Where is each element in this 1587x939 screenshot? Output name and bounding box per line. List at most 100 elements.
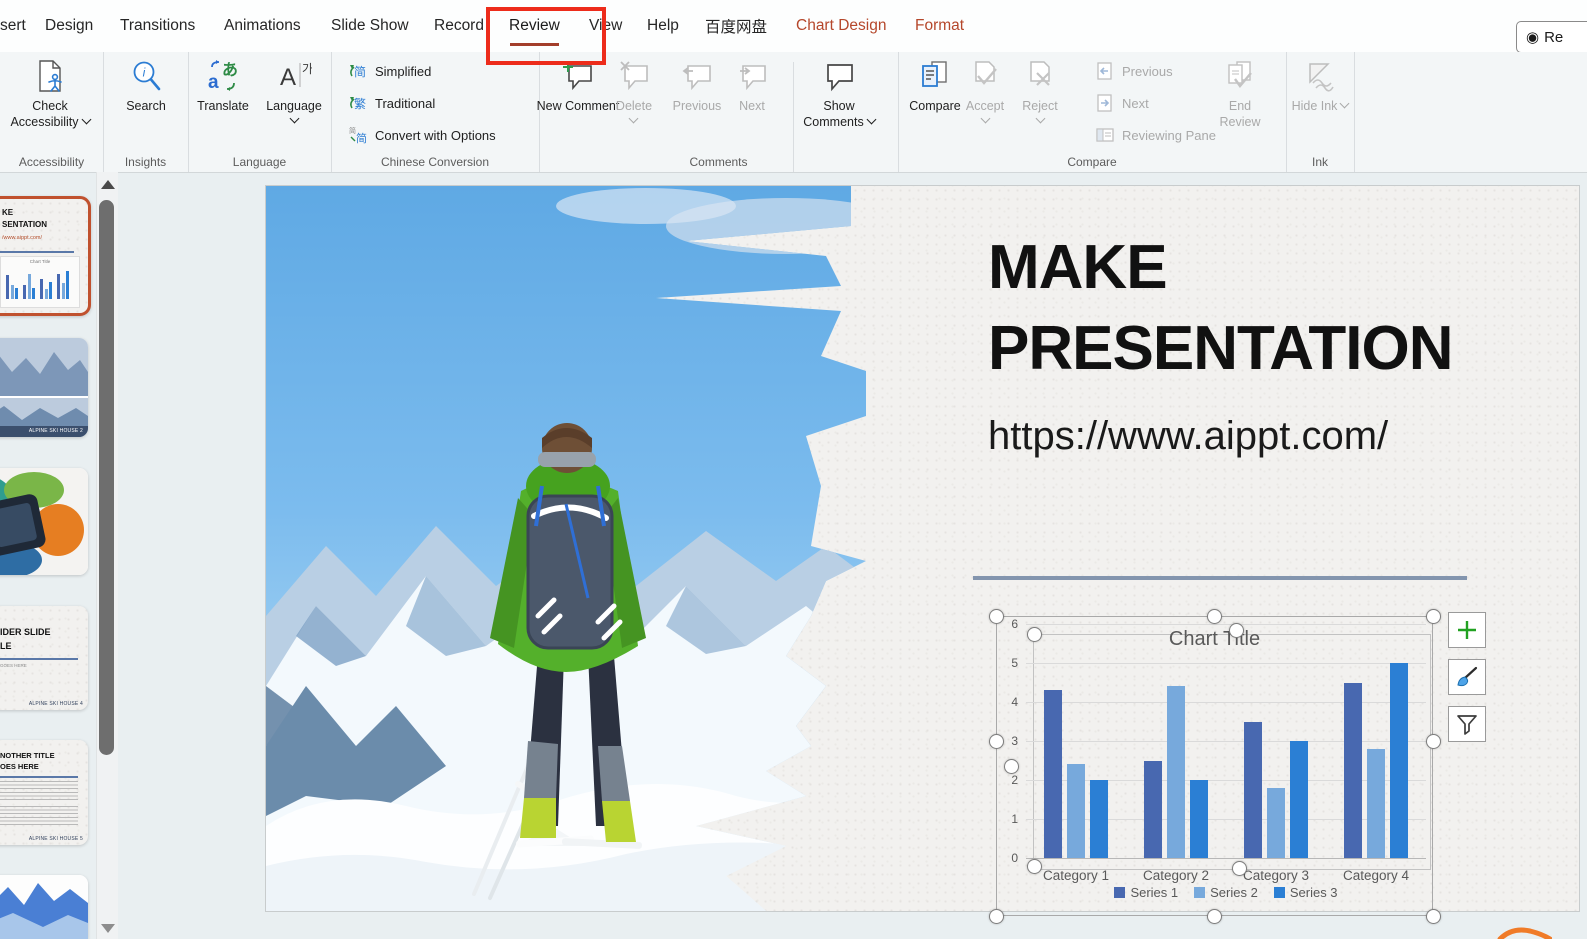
x-axis-category-label: Category 2 — [1142, 868, 1210, 883]
selection-handle[interactable] — [1229, 623, 1244, 638]
convert-with-options-icon: 简简 — [348, 125, 368, 145]
search-icon: i — [129, 57, 163, 95]
thumbnail-scrollbar[interactable] — [96, 172, 118, 939]
check-accessibility-button[interactable]: Check Accessibility — [6, 57, 94, 131]
slide-divider-rule — [973, 576, 1467, 580]
chart-styles-button[interactable] — [1448, 659, 1486, 695]
slide-title[interactable]: MAKE PRESENTATION — [988, 228, 1508, 389]
add-chart-element-icon — [1458, 621, 1476, 639]
show-comments-button[interactable]: Show Comments — [797, 57, 881, 131]
next-comment-icon — [735, 57, 769, 95]
selection-handle[interactable] — [989, 734, 1004, 749]
simplified-button[interactable]: 简 Simplified — [348, 58, 431, 84]
hide-ink-button: Hide Ink — [1276, 57, 1364, 114]
next-change-label: Next — [1122, 95, 1149, 111]
thumb1-title-line1: KE — [2, 208, 14, 217]
ribbon: Check Accessibility Accessibility i Sear… — [0, 52, 1587, 173]
chart-object[interactable]: Chart Title 0123456 Category 1 Category 2… — [989, 609, 1486, 924]
search-button[interactable]: i Search — [102, 57, 190, 114]
thumb1-mini-bar — [23, 284, 26, 299]
tab-百度网盘[interactable]: 百度网盘 — [705, 0, 767, 52]
chart-gridline — [1026, 663, 1426, 664]
thumbnail-slide-6[interactable] — [0, 875, 88, 939]
tab-chart-design[interactable]: Chart Design — [796, 0, 886, 52]
bar-series-1-category-4[interactable] — [1344, 682, 1362, 858]
thumbnail-slide-3[interactable] — [0, 468, 88, 575]
group-caption-chinese-conversion: Chinese Conversion — [380, 155, 490, 169]
bar-series-1-category-1[interactable] — [1044, 690, 1062, 858]
slide-canvas[interactable]: MAKE PRESENTATION https://www.aippt.com/… — [265, 185, 1580, 924]
legend-item-series-2: Series 2 — [1194, 885, 1258, 900]
ribbon-group-insights: i Search Insights — [103, 52, 189, 172]
bar-series-1-category-2[interactable] — [1144, 760, 1162, 858]
thumbnail-slide-5[interactable]: NOTHER TITLE OES HERE ALPINE SKI HOUSE 5 — [0, 740, 88, 845]
next-change-icon — [1095, 93, 1115, 113]
tab-format[interactable]: Format — [915, 0, 964, 52]
thumbnail-slide-2[interactable]: ALPINE SKI HOUSE 2 — [0, 338, 88, 437]
selection-handle[interactable] — [1207, 909, 1222, 924]
selection-handle[interactable] — [1426, 609, 1441, 624]
bar-series-3-category-1[interactable] — [1090, 780, 1108, 858]
selection-handle[interactable] — [1027, 627, 1042, 642]
bar-series-2-category-3[interactable] — [1267, 787, 1285, 858]
tab-design[interactable]: Design — [45, 0, 93, 52]
tab-slide-show[interactable]: Slide Show — [331, 0, 409, 52]
traditional-button[interactable]: 繁 Traditional — [348, 90, 435, 116]
selection-handle[interactable] — [1004, 759, 1019, 774]
x-axis-category-label: Category 4 — [1342, 868, 1410, 883]
tab-animations[interactable]: Animations — [224, 0, 301, 52]
ribbon-group-comments: New Comment Delete Previous Next Show Co… — [537, 52, 899, 172]
compare-label: Compare — [909, 99, 961, 113]
thumb1-rule — [0, 251, 74, 253]
slide-url-text[interactable]: https://www.aippt.com/ — [988, 414, 1388, 459]
record-button-label: Re — [1544, 28, 1564, 46]
thumb6-image — [0, 875, 88, 939]
bar-series-3-category-3[interactable] — [1290, 741, 1308, 858]
chart-title[interactable]: Chart Title — [996, 628, 1433, 651]
thumb4-title-line1: IDER SLIDE — [0, 627, 51, 637]
svg-text:가: 가 — [302, 62, 312, 76]
tab-transitions[interactable]: Transitions — [120, 0, 195, 52]
bar-series-2-category-2[interactable] — [1167, 686, 1185, 858]
legend-item-series-3: Series 3 — [1273, 885, 1338, 900]
thumb1-mini-bar — [57, 273, 60, 299]
bar-series-1-category-3[interactable] — [1244, 721, 1262, 858]
ribbon-group-chinese-conversion: 简 Simplified 繁 Traditional 简简 Convert wi… — [331, 52, 540, 172]
bar-series-3-category-4[interactable] — [1390, 663, 1408, 858]
selection-handle[interactable] — [989, 609, 1004, 624]
selection-handle[interactable] — [989, 909, 1004, 924]
accept-icon — [968, 57, 1002, 95]
tab-sert[interactable]: sert — [0, 0, 26, 52]
selection-handle[interactable] — [1027, 859, 1042, 874]
thumbnail-slide-1[interactable]: KE SENTATION /www.aippt.com/ Chart Title — [0, 196, 91, 316]
chart-filters-button[interactable] — [1448, 706, 1486, 742]
hide-ink-icon — [1303, 57, 1337, 95]
bar-series-2-category-4[interactable] — [1367, 748, 1385, 858]
accept-button: Accept — [954, 57, 1016, 124]
language-button[interactable]: A가 Language — [250, 57, 338, 124]
convert-with-options-label: Convert with Options — [375, 127, 496, 143]
thumbnail-slide-4[interactable]: IDER SLIDE LE GOES HERE ALPINE SKI HOUSE… — [0, 606, 88, 710]
bar-series-3-category-2[interactable] — [1190, 780, 1208, 858]
svg-text:a: a — [208, 72, 219, 93]
tab-record[interactable]: Record — [434, 0, 484, 52]
scrollbar-thumb[interactable] — [99, 200, 114, 755]
ribbon-group-language: aあ Translate A가 Language Language — [188, 52, 332, 172]
y-axis-tick-label: 1 — [1011, 812, 1018, 826]
group-caption-insights: Insights — [124, 155, 167, 169]
scrollbar-down-arrow-icon[interactable] — [101, 924, 115, 933]
record-button[interactable]: ◉ Re — [1516, 21, 1587, 53]
previous-comment-label: Previous — [672, 99, 722, 113]
thumb5-rule — [0, 776, 78, 778]
convert-with-options-button[interactable]: 简简 Convert with Options — [348, 122, 496, 148]
bar-series-2-category-1[interactable] — [1067, 764, 1085, 858]
add-chart-element-button[interactable] — [1448, 612, 1486, 648]
translate-label: Translate — [197, 99, 249, 113]
selection-handle[interactable] — [1207, 609, 1222, 624]
thumb1-mini-bar — [61, 283, 65, 299]
selection-handle[interactable] — [1426, 734, 1441, 749]
scrollbar-up-arrow-icon[interactable] — [101, 180, 115, 189]
selection-handle[interactable] — [1232, 861, 1247, 876]
tab-help[interactable]: Help — [647, 0, 679, 52]
selection-handle[interactable] — [1426, 909, 1441, 924]
